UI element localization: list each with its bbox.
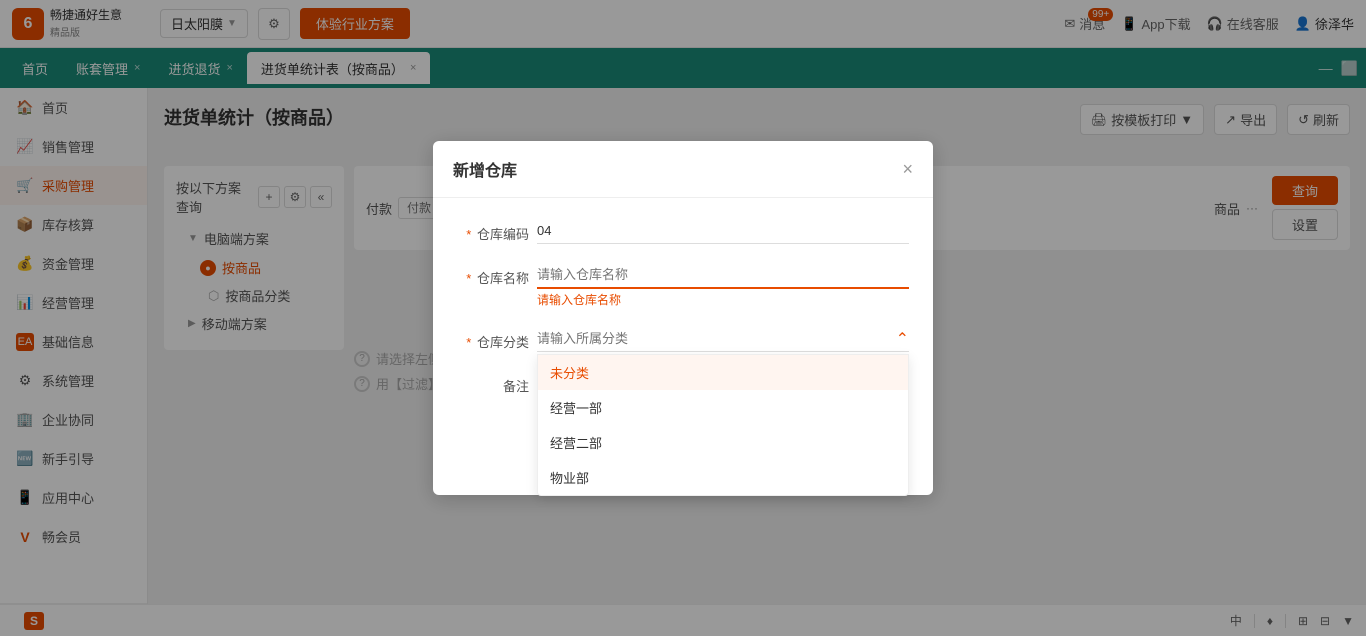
dropdown-item-dept1[interactable]: 经营一部 bbox=[538, 390, 908, 425]
form-row-category: * 仓库分类 ⌃ 未分类 经营一部 经营二部 物业部 bbox=[457, 326, 909, 352]
name-label: * 仓库名称 bbox=[457, 262, 537, 287]
form-row-name: * 仓库名称 请输入仓库名称 bbox=[457, 262, 909, 308]
modal-header: 新增仓库 × bbox=[433, 141, 933, 198]
dropdown-item-dept3[interactable]: 物业部 bbox=[538, 460, 908, 495]
form-row-code: * 仓库编码 bbox=[457, 218, 909, 244]
code-field bbox=[537, 218, 909, 244]
modal-body: * 仓库编码 * 仓库名称 请输入仓库名称 bbox=[433, 198, 933, 434]
category-input[interactable] bbox=[537, 326, 896, 351]
category-chevron-icon[interactable]: ⌃ bbox=[896, 329, 909, 349]
category-input-wrapper: ⌃ bbox=[537, 326, 909, 352]
modal-close-button[interactable]: × bbox=[902, 159, 913, 180]
name-error-tip: 请输入仓库名称 bbox=[537, 291, 909, 308]
modal-title: 新增仓库 bbox=[453, 157, 517, 181]
dropdown-item-uncategorized[interactable]: 未分类 bbox=[538, 355, 908, 390]
category-field: ⌃ 未分类 经营一部 经营二部 物业部 bbox=[537, 326, 909, 352]
name-input[interactable] bbox=[537, 262, 909, 289]
name-field: 请输入仓库名称 bbox=[537, 262, 909, 308]
modal-overlay: 新增仓库 × * 仓库编码 * 仓库名称 bbox=[0, 0, 1366, 636]
code-label: * 仓库编码 bbox=[457, 218, 537, 243]
notes-label: 备注 bbox=[457, 370, 537, 395]
category-label: * 仓库分类 bbox=[457, 326, 537, 351]
category-dropdown: 未分类 经营一部 经营二部 物业部 bbox=[537, 354, 909, 496]
code-input[interactable] bbox=[537, 218, 909, 244]
dropdown-item-dept2[interactable]: 经营二部 bbox=[538, 425, 908, 460]
new-warehouse-modal: 新增仓库 × * 仓库编码 * 仓库名称 bbox=[433, 141, 933, 495]
